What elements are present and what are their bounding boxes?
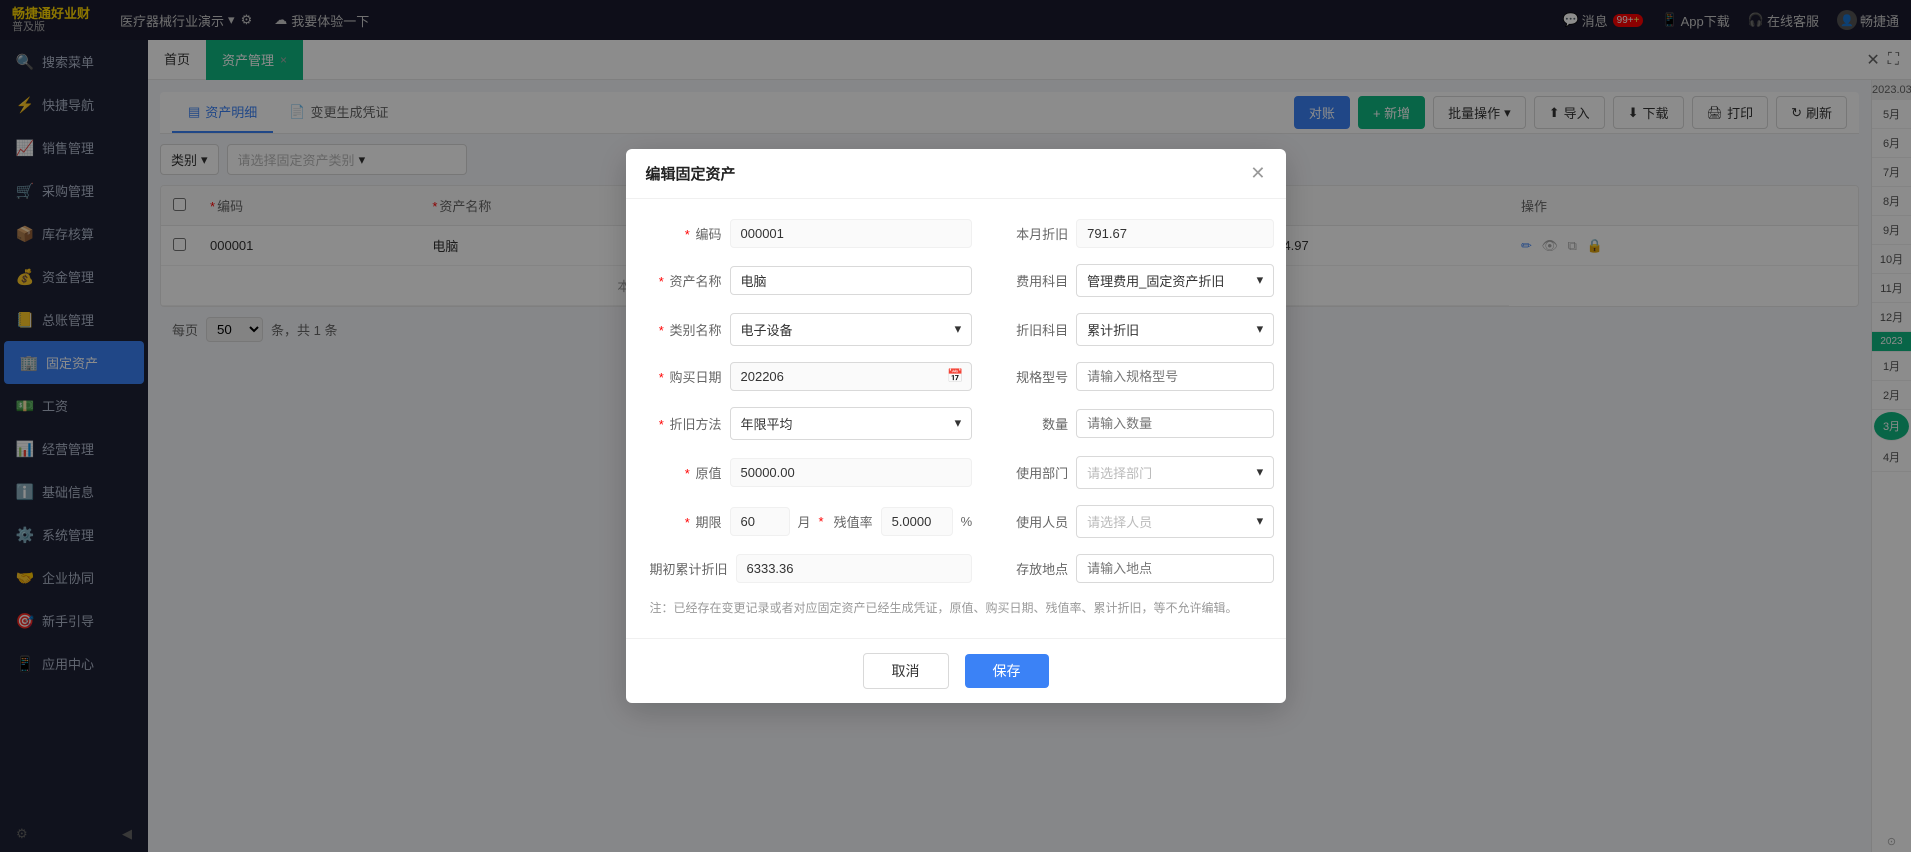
residual-rate-input[interactable] — [881, 507, 953, 536]
modal-body: * 编码 本月折旧 * 资产名称 — [626, 199, 1286, 638]
modal-close-icon[interactable]: ✕ — [1250, 163, 1265, 184]
period-unit-label: 月 — [798, 512, 811, 531]
original-value-label: * 原值 — [650, 463, 722, 482]
category-label: * 类别名称 — [650, 320, 722, 339]
form-grid: * 编码 本月折旧 * 资产名称 — [650, 219, 1262, 583]
purchase-date-input[interactable] — [731, 363, 939, 390]
monthly-dep-input — [1076, 219, 1274, 248]
modal-header: 编辑固定资产 ✕ — [626, 149, 1286, 199]
period-label: * 期限 — [650, 512, 722, 531]
spec-label: 规格型号 — [996, 367, 1068, 386]
dep-method-value: 年限平均 — [741, 414, 793, 433]
save-button[interactable]: 保存 — [965, 654, 1049, 688]
modal-note: 注：已经存在变更记录或者对应固定资产已经生成凭证，原值、购买日期、残值率、累计折… — [650, 599, 1262, 618]
chevron-down-icon: ▾ — [1257, 272, 1264, 288]
form-item-purchase-date: * 购买日期 📅 — [650, 362, 973, 391]
period-input[interactable] — [730, 507, 790, 536]
category-value: 电子设备 — [741, 320, 793, 339]
form-item-location: 存放地点 — [996, 554, 1274, 583]
category-select[interactable]: 电子设备 ▾ — [730, 313, 973, 346]
form-item-opening-dep: 期初累计折旧 — [650, 554, 973, 583]
form-item-dep-account: 折旧科目 累计折旧 ▾ — [996, 313, 1274, 346]
dept-select[interactable]: 请选择部门 ▾ — [1076, 456, 1274, 489]
opening-dep-input[interactable] — [736, 554, 973, 583]
person-label: 使用人员 — [996, 512, 1068, 531]
form-item-period: * 期限 月 * 残值率 % — [650, 505, 973, 538]
chevron-down-icon: ▾ — [955, 415, 962, 431]
asset-name-input[interactable] — [730, 266, 973, 295]
original-value-input[interactable] — [730, 458, 973, 487]
expense-account-select[interactable]: 管理费用_固定资产折旧 ▾ — [1076, 264, 1274, 297]
chevron-down-icon: ▾ — [1257, 321, 1264, 337]
opening-dep-label: 期初累计折旧 — [650, 559, 728, 578]
form-item-original-value: * 原值 — [650, 456, 973, 489]
cancel-button[interactable]: 取消 — [863, 653, 949, 689]
chevron-down-icon: ▾ — [1257, 513, 1264, 529]
form-item-quantity: 数量 — [996, 407, 1274, 440]
dep-account-select[interactable]: 累计折旧 ▾ — [1076, 313, 1274, 346]
dept-placeholder: 请选择部门 — [1087, 463, 1152, 482]
quantity-input[interactable] — [1076, 409, 1274, 438]
form-item-code: * 编码 — [650, 219, 973, 248]
spec-input[interactable] — [1076, 362, 1274, 391]
dep-account-label: 折旧科目 — [996, 320, 1068, 339]
residual-rate-unit: % — [961, 514, 973, 529]
location-input[interactable] — [1076, 554, 1274, 583]
person-select[interactable]: 请选择人员 ▾ — [1076, 505, 1274, 538]
form-item-asset-name: * 资产名称 — [650, 264, 973, 297]
person-placeholder: 请选择人员 — [1087, 512, 1152, 531]
location-label: 存放地点 — [996, 559, 1068, 578]
expense-account-value: 管理费用_固定资产折旧 — [1087, 271, 1224, 290]
form-item-spec: 规格型号 — [996, 362, 1274, 391]
residual-rate-label: 残值率 — [834, 512, 873, 531]
edit-asset-modal: 编辑固定资产 ✕ * 编码 本月折旧 — [626, 149, 1286, 703]
dep-method-label: * 折旧方法 — [650, 414, 722, 433]
calendar-icon[interactable]: 📅 — [939, 368, 971, 384]
chevron-down-icon: ▾ — [1257, 464, 1264, 480]
purchase-date-label: * 购买日期 — [650, 367, 722, 386]
form-item-dept: 使用部门 请选择部门 ▾ — [996, 456, 1274, 489]
monthly-dep-label: 本月折旧 — [996, 224, 1068, 243]
form-item-expense-account: 费用科目 管理费用_固定资产折旧 ▾ — [996, 264, 1274, 297]
quantity-label: 数量 — [996, 414, 1068, 433]
code-label: * 编码 — [650, 224, 722, 243]
code-input[interactable] — [730, 219, 973, 248]
modal-title: 编辑固定资产 — [646, 163, 736, 184]
form-item-monthly-dep: 本月折旧 — [996, 219, 1274, 248]
form-item-dep-method: * 折旧方法 年限平均 ▾ — [650, 407, 973, 440]
form-item-category: * 类别名称 电子设备 ▾ — [650, 313, 973, 346]
modal-overlay: 编辑固定资产 ✕ * 编码 本月折旧 — [0, 0, 1911, 852]
asset-name-label: * 资产名称 — [650, 271, 722, 290]
expense-account-label: 费用科目 — [996, 271, 1068, 290]
form-item-person: 使用人员 请选择人员 ▾ — [996, 505, 1274, 538]
dep-method-select[interactable]: 年限平均 ▾ — [730, 407, 973, 440]
dep-account-value: 累计折旧 — [1087, 320, 1139, 339]
chevron-down-icon: ▾ — [955, 321, 962, 337]
modal-footer: 取消 保存 — [626, 638, 1286, 703]
dept-label: 使用部门 — [996, 463, 1068, 482]
